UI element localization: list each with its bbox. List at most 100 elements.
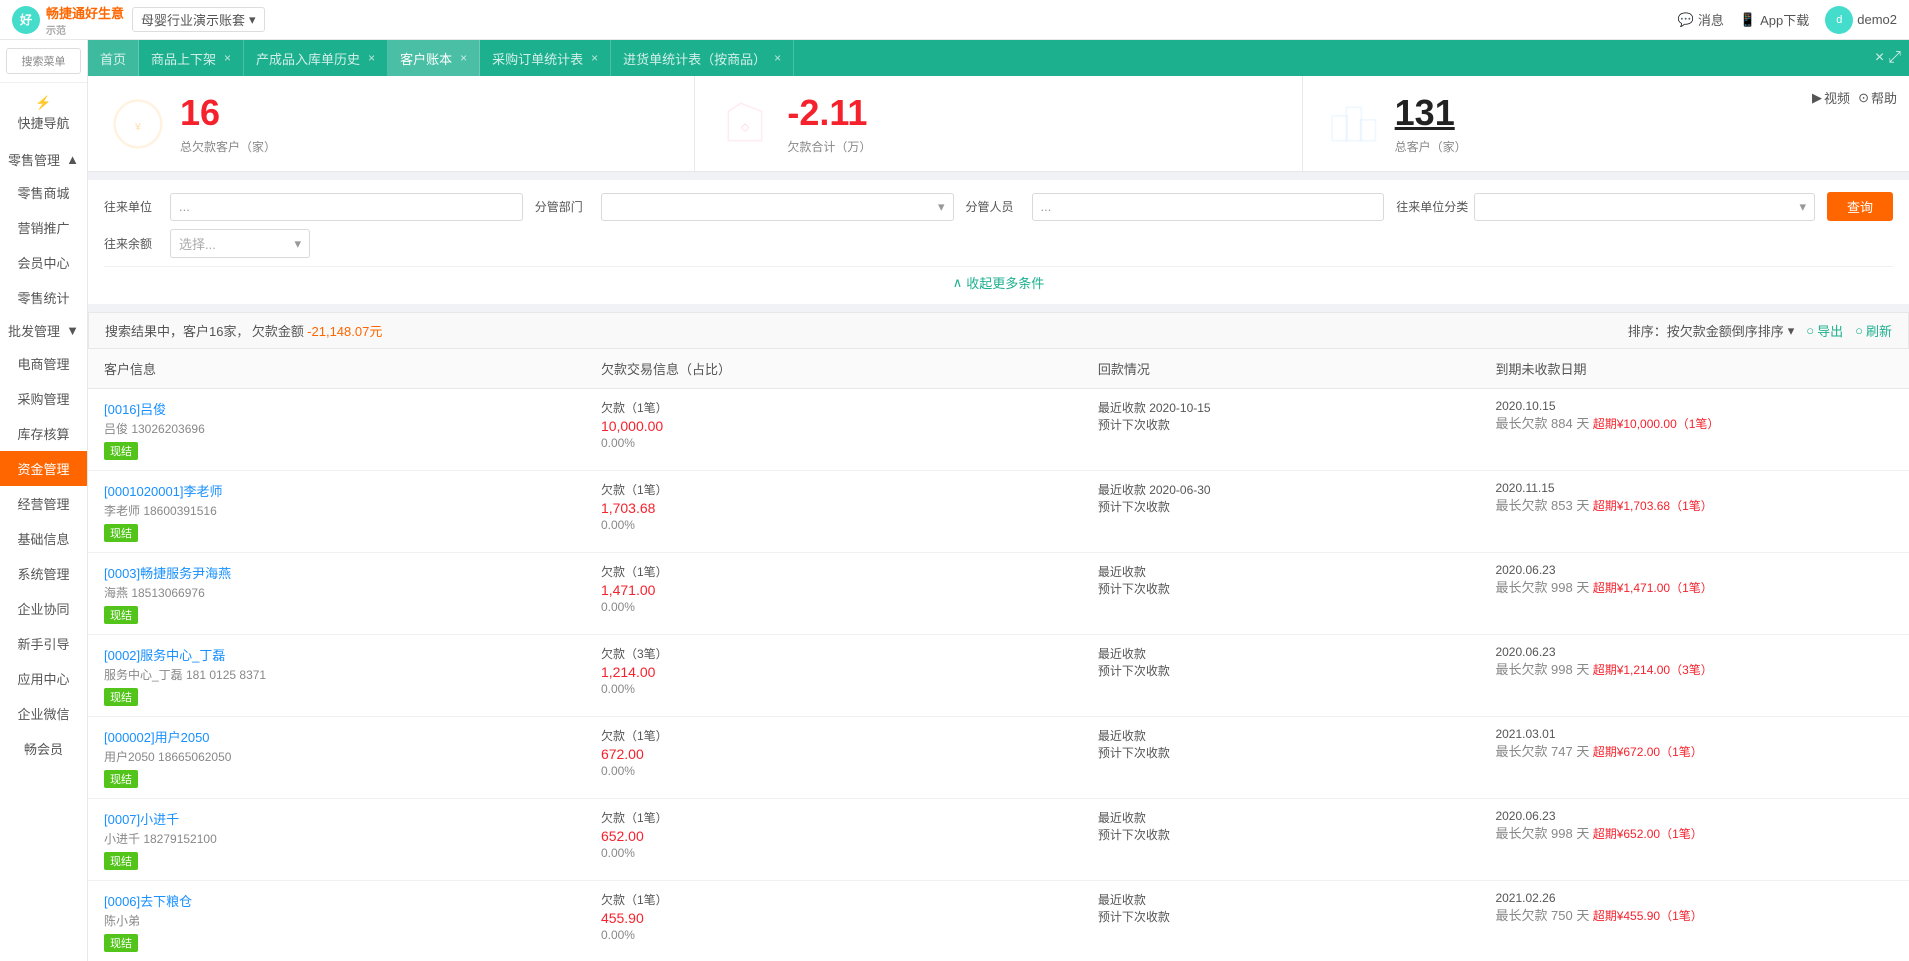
- customer-name-link[interactable]: [0003]畅捷服务尹海燕: [104, 563, 601, 582]
- sidebar-item-member2[interactable]: 畅会员: [0, 731, 87, 766]
- customer-contact: 李老师 18600391516: [104, 502, 601, 519]
- sidebar-item-purchase[interactable]: 采购管理: [0, 381, 87, 416]
- company-selector[interactable]: 母婴行业演示账套 ▾: [132, 7, 265, 32]
- debt-info: 欠款（1笔） 672.00 0.00%: [601, 727, 1098, 778]
- customer-info: [0001020001]李老师 李老师 18600391516 现结: [104, 481, 601, 542]
- from-unit-input[interactable]: ...: [170, 193, 523, 221]
- tab-product-shelf[interactable]: 商品上下架 ×: [139, 40, 244, 76]
- tab-close-icon[interactable]: ×: [224, 51, 231, 65]
- overdue-info: 2020.10.15 最长欠款 884 天 超期¥10,000.00（1笔）: [1495, 399, 1893, 432]
- help-btn[interactable]: ⊙ 帮助: [1858, 88, 1897, 107]
- user-profile-btn[interactable]: d demo2: [1825, 6, 1897, 34]
- sidebar-item-member[interactable]: 会员中心: [0, 245, 87, 280]
- sidebar-item-inventory[interactable]: 库存核算: [0, 416, 87, 451]
- customer-name-link[interactable]: [0016]吕俊: [104, 399, 601, 418]
- person-input[interactable]: ...: [1032, 193, 1385, 221]
- export-btn[interactable]: ○ 导出: [1806, 321, 1843, 340]
- quick-nav-icon: ⚡: [35, 95, 51, 111]
- tab-close-icon[interactable]: ×: [460, 51, 467, 65]
- sidebar-item-basic-info[interactable]: 基础信息: [0, 521, 87, 556]
- overdue-info: 2020.06.23 最长欠款 998 天 超期¥1,471.00（1笔）: [1495, 563, 1893, 596]
- sidebar-item-retail-stats[interactable]: 零售统计: [0, 280, 87, 315]
- customer-name-link[interactable]: [0002]服务中心_丁磊: [104, 645, 601, 664]
- sidebar-item-quick-nav[interactable]: ⚡ 快捷导航: [0, 87, 87, 140]
- search-menu-btn[interactable]: 搜索菜单: [6, 48, 81, 74]
- dept-select[interactable]: ▾: [601, 193, 954, 221]
- overdue-link[interactable]: 超期¥1,471.00（1笔）: [1593, 581, 1713, 595]
- customer-tag: 现结: [104, 524, 138, 542]
- overdue-link[interactable]: 超期¥455.90（1笔）: [1593, 909, 1703, 923]
- tab-close-icon[interactable]: ×: [368, 51, 375, 65]
- maximize-btn[interactable]: ⤢: [1888, 49, 1901, 67]
- svg-text:◇: ◇: [741, 121, 750, 133]
- sort-select[interactable]: 排序：按欠款金额倒序排序 ▾: [1628, 321, 1795, 340]
- sidebar-item-apps[interactable]: 应用中心: [0, 661, 87, 696]
- from-unit-label: 往来单位: [104, 198, 164, 215]
- tab-customer-ledger[interactable]: 客户账本 ×: [388, 40, 480, 76]
- customer-tag: 现结: [104, 606, 138, 624]
- debt-amount: 1,214.00: [601, 664, 1098, 680]
- overdue-info: 2020.11.15 最长欠款 853 天 超期¥1,703.68（1笔）: [1495, 481, 1893, 514]
- customer-tag: 现结: [104, 442, 138, 460]
- sidebar-item-wechat[interactable]: 企业微信: [0, 696, 87, 731]
- table-row: [0006]去下粮仓 陈小弟 现结 欠款（1笔） 455.90 0.00% 最近…: [88, 881, 1909, 961]
- customer-name-link[interactable]: [0007]小进千: [104, 809, 601, 828]
- table-row: [0003]畅捷服务尹海燕 海燕 18513066976 现结 欠款（1笔） 1…: [88, 553, 1909, 635]
- tab-home[interactable]: 首页: [88, 40, 139, 76]
- debt-info: 欠款（1笔） 10,000.00 0.00%: [601, 399, 1098, 450]
- customer-name-link[interactable]: [0001020001]李老师: [104, 481, 601, 500]
- stat-total-debt-customers: ¥ 16 总欠款客户（家）: [88, 76, 695, 171]
- debt-customers-value: 16: [180, 92, 276, 134]
- sidebar-item-operations[interactable]: 经营管理: [0, 486, 87, 521]
- tab-purchase-stats[interactable]: 采购订单统计表 ×: [480, 40, 611, 76]
- unit-classify-select[interactable]: ▾: [1474, 193, 1815, 221]
- col-header-debt: 欠款交易信息（占比）: [601, 359, 1098, 378]
- customer-tag: 现结: [104, 688, 138, 706]
- stat-debt-amount: ◇ -2.11 欠款合计（万）: [695, 76, 1302, 171]
- overdue-link[interactable]: 超期¥1,214.00（3笔）: [1593, 663, 1713, 677]
- tab-inbound-stats[interactable]: 进货单统计表（按商品） ×: [611, 40, 794, 76]
- search-button[interactable]: 查询: [1827, 192, 1893, 221]
- collapse-filters-btn[interactable]: ∧ 收起更多条件: [104, 266, 1893, 292]
- sidebar-item-marketing[interactable]: 营销推广: [0, 210, 87, 245]
- tab-close-icon[interactable]: ×: [591, 51, 598, 65]
- tab-production-history[interactable]: 产成品入库单历史 ×: [244, 40, 388, 76]
- customer-contact: 用户2050 18665062050: [104, 748, 601, 765]
- tab-close-icon[interactable]: ×: [774, 51, 781, 65]
- customer-tag: 现结: [104, 852, 138, 870]
- customer-info: [0007]小进千 小进千 18279152100 现结: [104, 809, 601, 870]
- overdue-link[interactable]: 超期¥652.00（1笔）: [1593, 827, 1703, 841]
- overdue-link[interactable]: 超期¥672.00（1笔）: [1593, 745, 1703, 759]
- customer-tag: 现结: [104, 770, 138, 788]
- app-name: 畅捷通好生意 示范: [46, 3, 124, 37]
- overdue-link[interactable]: 超期¥10,000.00（1笔）: [1593, 417, 1720, 431]
- sidebar-item-retail-mgmt[interactable]: 零售管理 ▲: [0, 144, 87, 175]
- logo-icon: 好: [12, 6, 40, 34]
- overdue-link[interactable]: 超期¥1,703.68（1笔）: [1593, 499, 1713, 513]
- debt-info: 欠款（3笔） 1,214.00 0.00%: [601, 645, 1098, 696]
- sidebar-item-retail-mall[interactable]: 零售商城: [0, 175, 87, 210]
- filter-dept: 分管部门 ▾: [535, 193, 954, 221]
- close-all-tabs-btn[interactable]: ×: [1875, 49, 1884, 67]
- debt-info: 欠款（1笔） 455.90 0.00%: [601, 891, 1098, 942]
- balance-select[interactable]: 选择... ▾: [170, 229, 310, 258]
- refresh-btn[interactable]: ○ 刷新: [1855, 321, 1892, 340]
- sidebar-item-newbie[interactable]: 新手引导: [0, 626, 87, 661]
- message-btn[interactable]: 💬 消息: [1678, 10, 1724, 29]
- play-icon: ▶: [1812, 90, 1822, 106]
- sidebar-item-system[interactable]: 系统管理: [0, 556, 87, 591]
- sidebar-item-collab[interactable]: 企业协同: [0, 591, 87, 626]
- sidebar-item-wholesale-mgmt[interactable]: 批发管理 ▼: [0, 315, 87, 346]
- sidebar-item-ecommerce[interactable]: 电商管理: [0, 346, 87, 381]
- app-download-btn[interactable]: 📱 App下载: [1740, 10, 1809, 29]
- video-btn[interactable]: ▶ 视频: [1812, 88, 1850, 107]
- chevron-down-icon: ▾: [249, 12, 256, 28]
- debt-amount: 652.00: [601, 828, 1098, 844]
- filter-row-1: 往来单位 ... 分管部门 ▾ 分管人员: [104, 192, 1893, 221]
- customer-name-link[interactable]: [0006]去下粮仓: [104, 891, 601, 910]
- sidebar-item-finance[interactable]: 资金管理: [0, 451, 87, 486]
- chevron-down-icon: ▾: [294, 236, 301, 252]
- customer-contact: 吕俊 13026203696: [104, 420, 601, 437]
- customer-name-link[interactable]: [000002]用户2050: [104, 727, 601, 746]
- top-bar-left: 好 畅捷通好生意 示范 母婴行业演示账套 ▾: [12, 3, 265, 37]
